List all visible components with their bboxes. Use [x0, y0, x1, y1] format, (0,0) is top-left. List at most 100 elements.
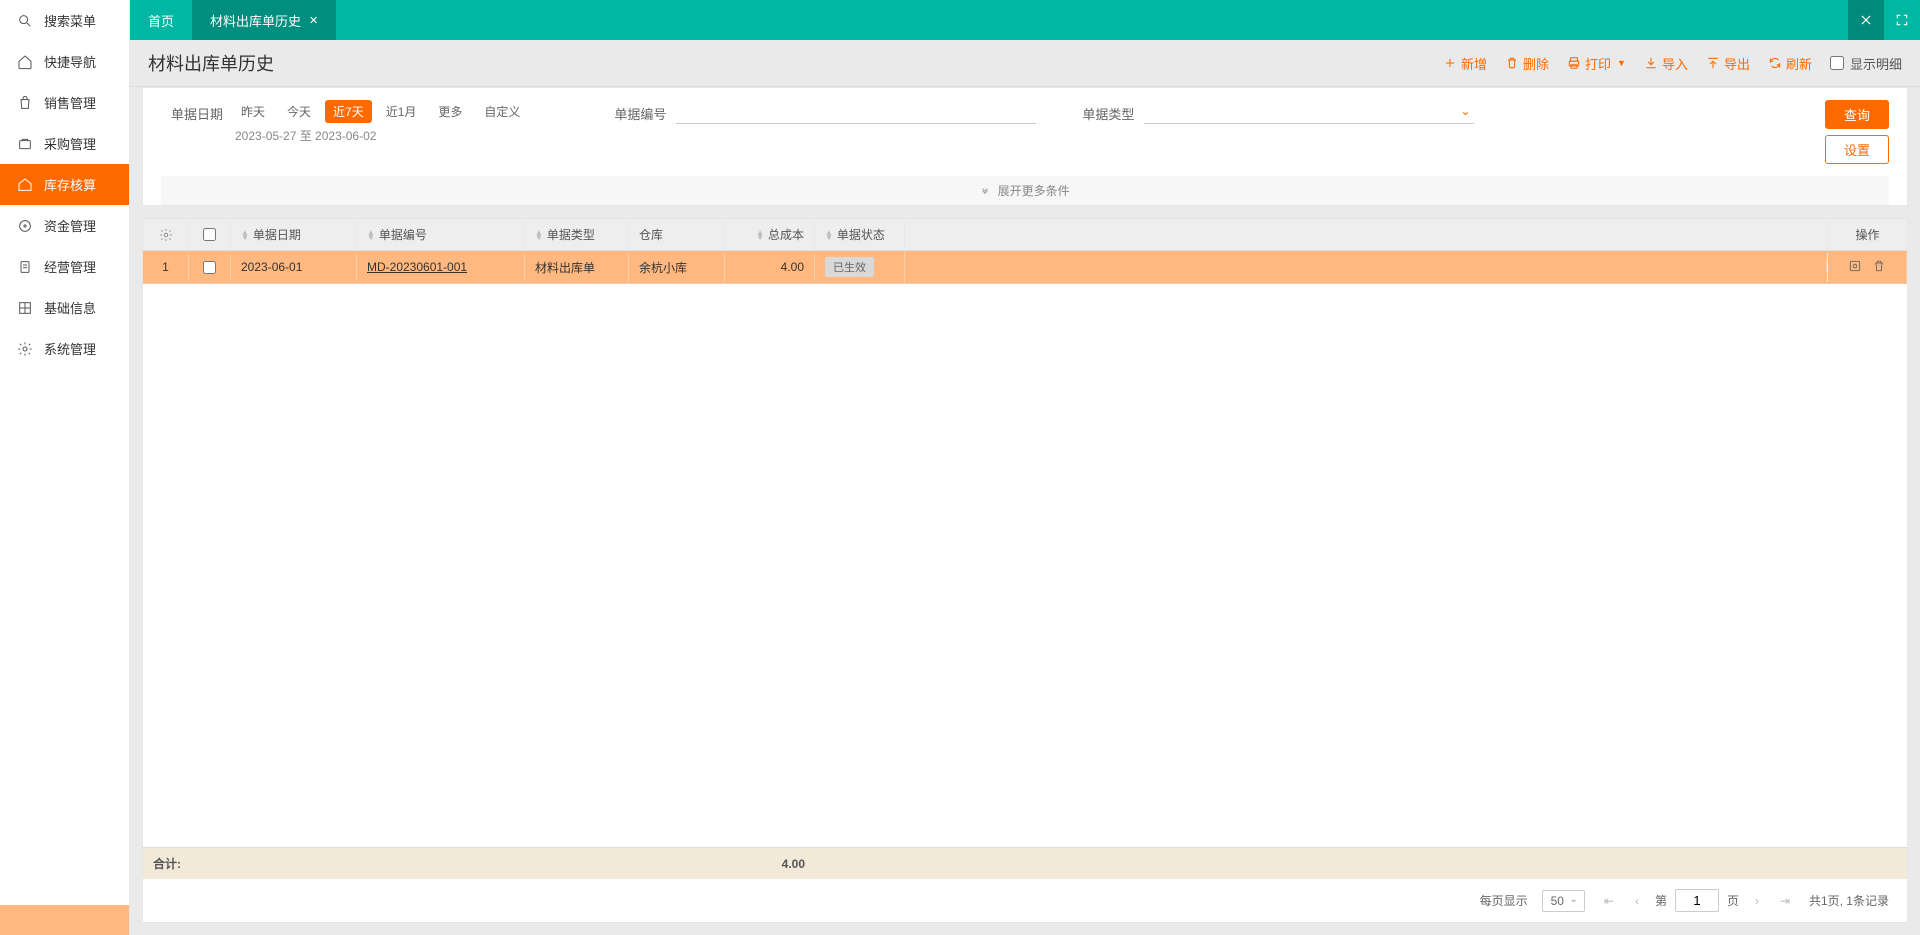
page-prefix: 第: [1655, 892, 1667, 909]
cell-date: 2023-06-01: [231, 254, 357, 280]
cell-warehouse: 余杭小库: [629, 253, 725, 282]
bag-icon: [16, 94, 34, 112]
close-tab-button[interactable]: [1848, 0, 1884, 40]
toolbar-actions: 新增 删除 打印▼ 导入 导出 刷新 显示明细: [1443, 54, 1902, 73]
tab-material-out-history[interactable]: 材料出库单历史 ✕: [192, 0, 336, 40]
col-warehouse[interactable]: 仓库: [629, 220, 725, 249]
sidebar-item-system[interactable]: 系统管理: [0, 328, 129, 369]
filter-panel: 单据日期 昨天 今天 近7天 近1月 更多 自定义 2023-05-27 至 2…: [142, 87, 1908, 206]
sidebar-item-finance[interactable]: 资金管理: [0, 205, 129, 246]
fullscreen-button[interactable]: [1884, 0, 1920, 40]
sidebar-item-inventory[interactable]: 库存核算: [0, 164, 129, 205]
print-button[interactable]: 打印▼: [1567, 54, 1626, 73]
col-date[interactable]: ▲▼单据日期: [231, 220, 357, 249]
next-page-button[interactable]: ›: [1747, 891, 1767, 911]
show-detail-input[interactable]: [1830, 56, 1844, 70]
settings-button[interactable]: 设置: [1825, 135, 1889, 164]
sidebar-footer: [0, 905, 129, 935]
per-page-select[interactable]: 50⌄: [1542, 890, 1585, 912]
filter-type-select[interactable]: [1144, 100, 1474, 124]
sidebar-item-label: 基础信息: [44, 298, 96, 317]
row-ops: [1827, 253, 1907, 282]
sidebar-item-label: 经营管理: [44, 257, 96, 276]
query-button[interactable]: 查询: [1825, 100, 1889, 129]
first-page-button[interactable]: ⇤: [1599, 891, 1619, 911]
view-icon[interactable]: [1848, 259, 1862, 276]
tab-label: 首页: [148, 11, 174, 30]
sidebar-item-label: 系统管理: [44, 339, 96, 358]
export-button[interactable]: 导出: [1706, 54, 1750, 73]
shortcut-yesterday[interactable]: 昨天: [233, 100, 273, 123]
page-suffix: 页: [1727, 892, 1739, 909]
shortcut-more[interactable]: 更多: [430, 100, 470, 123]
page-input[interactable]: [1675, 889, 1719, 912]
row-checkbox[interactable]: [189, 255, 231, 280]
shortcut-1month[interactable]: 近1月: [378, 100, 425, 123]
sort-icon: ▲▼: [756, 230, 764, 240]
table-row[interactable]: 1 2023-06-01 MD-20230601-001 材料出库单 余杭小库 …: [143, 251, 1907, 284]
tab-label: 材料出库单历史: [210, 11, 301, 30]
refresh-button[interactable]: 刷新: [1768, 54, 1812, 73]
last-page-button[interactable]: ⇥: [1775, 891, 1795, 911]
cell-type: 材料出库单: [525, 253, 629, 282]
sidebar-item-purchase[interactable]: 采购管理: [0, 123, 129, 164]
filter-date-label: 单据日期: [161, 100, 223, 123]
coin-icon: [16, 217, 34, 235]
filter-code-label: 单据编号: [604, 100, 666, 123]
sidebar-item-business[interactable]: 经营管理: [0, 246, 129, 287]
pagination-summary: 共1页, 1条记录: [1809, 892, 1889, 909]
sidebar: 搜索菜单 快捷导航 销售管理 采购管理 库存核算 资金管理 经营管理 基础信息: [0, 0, 130, 935]
cell-cost: 4.00: [725, 254, 815, 280]
shortcut-today[interactable]: 今天: [279, 100, 319, 123]
footer-cost: 4.00: [725, 851, 815, 877]
sort-icon: ▲▼: [241, 230, 249, 240]
clipboard-icon: [16, 258, 34, 276]
footer-label: 合计:: [143, 849, 231, 878]
date-range-display: 2023-05-27 至 2023-06-02: [233, 127, 528, 144]
status-badge: 已生效: [825, 257, 874, 277]
pagination: 每页显示 50⌄ ⇤ ‹ 第 页 › ⇥ 共1页, 1条记录: [143, 879, 1907, 922]
row-index: 1: [143, 254, 189, 280]
filter-code-input[interactable]: [676, 100, 1036, 124]
tabs-bar: 首页 材料出库单历史 ✕: [130, 0, 1920, 40]
sidebar-item-base[interactable]: 基础信息: [0, 287, 129, 328]
table-body: 1 2023-06-01 MD-20230601-001 材料出库单 余杭小库 …: [143, 251, 1907, 847]
sidebar-item-quicknav[interactable]: 快捷导航: [0, 41, 129, 82]
delete-icon[interactable]: [1872, 259, 1886, 276]
prev-page-button[interactable]: ‹: [1627, 891, 1647, 911]
sidebar-item-search[interactable]: 搜索菜单: [0, 0, 129, 41]
sidebar-item-label: 采购管理: [44, 134, 96, 153]
cell-status: 已生效: [815, 251, 905, 283]
chevron-down-icon: ▼: [1617, 58, 1626, 68]
col-type[interactable]: ▲▼单据类型: [525, 220, 629, 249]
add-button[interactable]: 新增: [1443, 54, 1487, 73]
house-icon: [16, 176, 34, 194]
doc-code-link[interactable]: MD-20230601-001: [367, 260, 467, 274]
home-icon: [16, 53, 34, 71]
delete-button[interactable]: 删除: [1505, 54, 1549, 73]
grid-icon: [16, 299, 34, 317]
sidebar-item-label: 销售管理: [44, 93, 96, 112]
close-icon[interactable]: ✕: [309, 14, 318, 27]
tab-home[interactable]: 首页: [130, 0, 192, 40]
sort-icon: ▲▼: [825, 230, 833, 240]
chevron-down-icon: ⌄: [1570, 894, 1578, 905]
col-cost[interactable]: ▲▼总成本: [725, 220, 815, 249]
show-detail-checkbox[interactable]: 显示明细: [1830, 54, 1902, 73]
select-all-checkbox[interactable]: [189, 222, 231, 247]
col-code[interactable]: ▲▼单据编号: [357, 220, 525, 249]
shortcut-custom[interactable]: 自定义: [476, 100, 528, 123]
expand-filters-button[interactable]: 展开更多条件: [161, 176, 1889, 205]
main-area: 首页 材料出库单历史 ✕ 材料出库单历史 新增 删除 打印▼ 导入 导出 刷新 …: [130, 0, 1920, 935]
sort-icon: ▲▼: [535, 230, 543, 240]
table-header: ▲▼单据日期 ▲▼单据编号 ▲▼单据类型 仓库 ▲▼总成本 ▲▼单据状态 操作: [143, 219, 1907, 251]
import-button[interactable]: 导入: [1644, 54, 1688, 73]
page-header: 材料出库单历史 新增 删除 打印▼ 导入 导出 刷新 显示明细: [130, 40, 1920, 87]
shortcut-7days[interactable]: 近7天: [325, 100, 372, 123]
column-settings[interactable]: [143, 222, 189, 248]
col-status[interactable]: ▲▼单据状态: [815, 220, 905, 249]
sidebar-item-sales[interactable]: 销售管理: [0, 82, 129, 123]
sort-icon: ▲▼: [367, 230, 375, 240]
filter-date: 单据日期 昨天 今天 近7天 近1月 更多 自定义 2023-05-27 至 2…: [161, 100, 528, 144]
per-page-label: 每页显示: [1480, 892, 1528, 909]
